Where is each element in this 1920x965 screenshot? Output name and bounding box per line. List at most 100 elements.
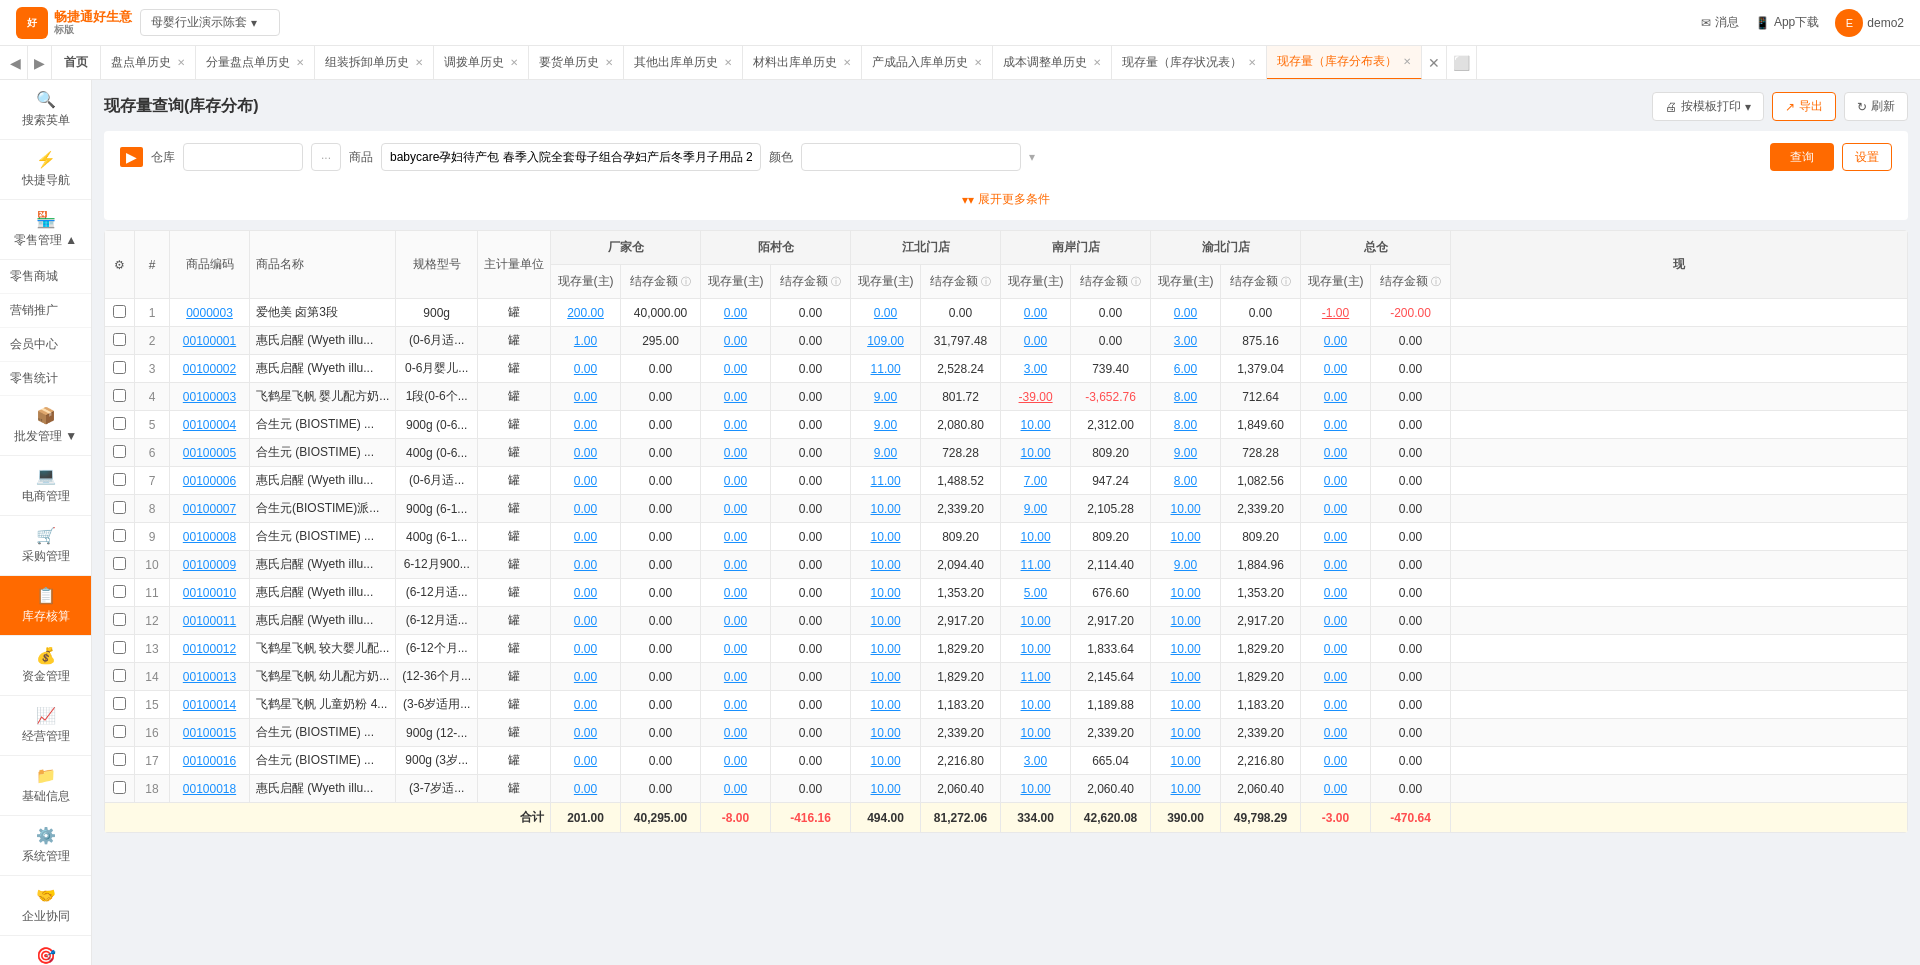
cell-yubei-qty[interactable]: 0.00 — [1151, 299, 1221, 327]
tab-调拨单历史[interactable]: 调拨单历史 ✕ — [434, 46, 529, 80]
cell-nanan-qty[interactable]: 3.00 — [1001, 747, 1071, 775]
cell-check[interactable] — [105, 719, 135, 747]
cell-code[interactable]: 00100012 — [170, 635, 250, 663]
cell-jiangbei-qty[interactable]: 109.00 — [851, 327, 921, 355]
cell-jiangbei-qty[interactable]: 10.00 — [851, 635, 921, 663]
cell-code[interactable]: 00100001 — [170, 327, 250, 355]
cell-mucun-qty[interactable]: 0.00 — [701, 747, 771, 775]
cell-yubei-qty[interactable]: 10.00 — [1151, 523, 1221, 551]
tab-组装拆卸单历史[interactable]: 组装拆卸单历史 ✕ — [315, 46, 434, 80]
cell-check[interactable] — [105, 747, 135, 775]
cell-factory-qty[interactable]: 0.00 — [551, 607, 621, 635]
cell-mucun-qty[interactable]: 0.00 — [701, 299, 771, 327]
cell-code[interactable]: 00100014 — [170, 691, 250, 719]
expand-conditions-btn[interactable]: ▾▾ 展开更多条件 — [962, 191, 1050, 208]
tab-nav-prev[interactable]: ◀ — [4, 46, 28, 80]
cell-mucun-qty[interactable]: 0.00 — [701, 327, 771, 355]
cell-total-qty[interactable]: 0.00 — [1301, 523, 1371, 551]
cell-nanan-qty[interactable]: 10.00 — [1001, 635, 1071, 663]
cell-mucun-qty[interactable]: 0.00 — [701, 495, 771, 523]
sidebar-item-purchase[interactable]: 🛒 采购管理 — [0, 516, 91, 576]
sidebar-item-system[interactable]: ⚙️ 系统管理 — [0, 816, 91, 876]
cell-nanan-qty[interactable]: 3.00 — [1001, 355, 1071, 383]
cell-nanan-qty[interactable]: 0.00 — [1001, 299, 1071, 327]
cell-factory-qty[interactable]: 0.00 — [551, 467, 621, 495]
cell-code[interactable]: 00100010 — [170, 579, 250, 607]
cell-nanan-qty[interactable]: 11.00 — [1001, 551, 1071, 579]
cell-check[interactable] — [105, 775, 135, 803]
cell-check[interactable] — [105, 495, 135, 523]
cell-factory-qty[interactable]: 0.00 — [551, 411, 621, 439]
tab-要货单历史[interactable]: 要货单历史 ✕ — [529, 46, 624, 80]
cell-total-qty[interactable]: 0.00 — [1301, 495, 1371, 523]
industry-select[interactable]: 母婴行业演示陈套 ▾ — [140, 9, 280, 36]
cell-jiangbei-qty[interactable]: 10.00 — [851, 663, 921, 691]
cell-yubei-qty[interactable]: 9.00 — [1151, 551, 1221, 579]
cell-jiangbei-qty[interactable]: 10.00 — [851, 691, 921, 719]
cell-yubei-qty[interactable]: 3.00 — [1151, 327, 1221, 355]
sidebar-item-wholesale[interactable]: 📦 批发管理 ▼ — [0, 396, 91, 456]
cell-jiangbei-qty[interactable]: 11.00 — [851, 355, 921, 383]
cell-total-qty[interactable]: 0.00 — [1301, 327, 1371, 355]
cell-total-qty[interactable]: 0.00 — [1301, 467, 1371, 495]
cell-total-qty[interactable]: 0.00 — [1301, 775, 1371, 803]
cell-factory-qty[interactable]: 0.00 — [551, 495, 621, 523]
cell-factory-qty[interactable]: 0.00 — [551, 691, 621, 719]
cell-check[interactable] — [105, 383, 135, 411]
cell-nanan-qty[interactable]: 10.00 — [1001, 691, 1071, 719]
cell-total-qty[interactable]: 0.00 — [1301, 607, 1371, 635]
cell-factory-qty[interactable]: 0.00 — [551, 775, 621, 803]
cell-check[interactable] — [105, 579, 135, 607]
cell-nanan-qty[interactable]: -39.00 — [1001, 383, 1071, 411]
tab-产成品入库单历史[interactable]: 产成品入库单历史 ✕ — [862, 46, 993, 80]
cell-jiangbei-qty[interactable]: 10.00 — [851, 607, 921, 635]
cell-check[interactable] — [105, 467, 135, 495]
query-btn[interactable]: 查询 — [1770, 143, 1834, 171]
print-btn[interactable]: 🖨 按模板打印 ▾ — [1652, 92, 1764, 121]
cell-yubei-qty[interactable]: 10.00 — [1151, 579, 1221, 607]
cell-check[interactable] — [105, 635, 135, 663]
cell-check[interactable] — [105, 551, 135, 579]
cell-nanan-qty[interactable]: 11.00 — [1001, 663, 1071, 691]
cell-factory-qty[interactable]: 0.00 — [551, 383, 621, 411]
cell-code[interactable]: 00100002 — [170, 355, 250, 383]
cell-code[interactable]: 00100004 — [170, 411, 250, 439]
tab-其他出库单历史[interactable]: 其他出库单历史 ✕ — [624, 46, 743, 80]
cell-nanan-qty[interactable]: 10.00 — [1001, 719, 1071, 747]
cell-yubei-qty[interactable]: 10.00 — [1151, 663, 1221, 691]
cell-yubei-qty[interactable]: 10.00 — [1151, 747, 1221, 775]
cell-factory-qty[interactable]: 0.00 — [551, 635, 621, 663]
sidebar-item-inventory[interactable]: 📋 库存核算 — [0, 576, 91, 636]
cell-jiangbei-qty[interactable]: 10.00 — [851, 551, 921, 579]
cell-total-qty[interactable]: 0.00 — [1301, 691, 1371, 719]
sidebar-item-finance[interactable]: 💰 资金管理 — [0, 636, 91, 696]
tab-盘点单历史[interactable]: 盘点单历史 ✕ — [101, 46, 196, 80]
cell-yubei-qty[interactable]: 10.00 — [1151, 607, 1221, 635]
cell-jiangbei-qty[interactable]: 9.00 — [851, 439, 921, 467]
cell-yubei-qty[interactable]: 8.00 — [1151, 411, 1221, 439]
cell-code[interactable]: 0000003 — [170, 299, 250, 327]
cell-total-qty[interactable]: 0.00 — [1301, 747, 1371, 775]
cell-jiangbei-qty[interactable]: 10.00 — [851, 775, 921, 803]
cell-code[interactable]: 00100011 — [170, 607, 250, 635]
cell-check[interactable] — [105, 523, 135, 551]
cell-factory-qty[interactable]: 0.00 — [551, 747, 621, 775]
cell-nanan-qty[interactable]: 10.00 — [1001, 439, 1071, 467]
cell-factory-qty[interactable]: 0.00 — [551, 523, 621, 551]
cell-code[interactable]: 00100005 — [170, 439, 250, 467]
cell-total-qty[interactable]: 0.00 — [1301, 635, 1371, 663]
cell-mucun-qty[interactable]: 0.00 — [701, 467, 771, 495]
message-btn[interactable]: ✉ 消息 — [1701, 14, 1739, 31]
cell-check[interactable] — [105, 439, 135, 467]
sidebar-item-quicknav[interactable]: ⚡ 快捷导航 — [0, 140, 91, 200]
cell-check[interactable] — [105, 299, 135, 327]
tab-nav-next[interactable]: ▶ — [28, 46, 52, 80]
cell-factory-qty[interactable]: 0.00 — [551, 551, 621, 579]
cell-factory-qty[interactable]: 0.00 — [551, 355, 621, 383]
settings-icon[interactable]: ⚙ — [114, 258, 125, 272]
cell-total-qty[interactable]: 0.00 — [1301, 355, 1371, 383]
cell-total-qty[interactable]: 0.00 — [1301, 579, 1371, 607]
tab-nav-close-all[interactable]: ✕ — [1422, 46, 1447, 80]
cell-jiangbei-qty[interactable]: 10.00 — [851, 579, 921, 607]
sidebar-item-ecommerce[interactable]: 💻 电商管理 — [0, 456, 91, 516]
